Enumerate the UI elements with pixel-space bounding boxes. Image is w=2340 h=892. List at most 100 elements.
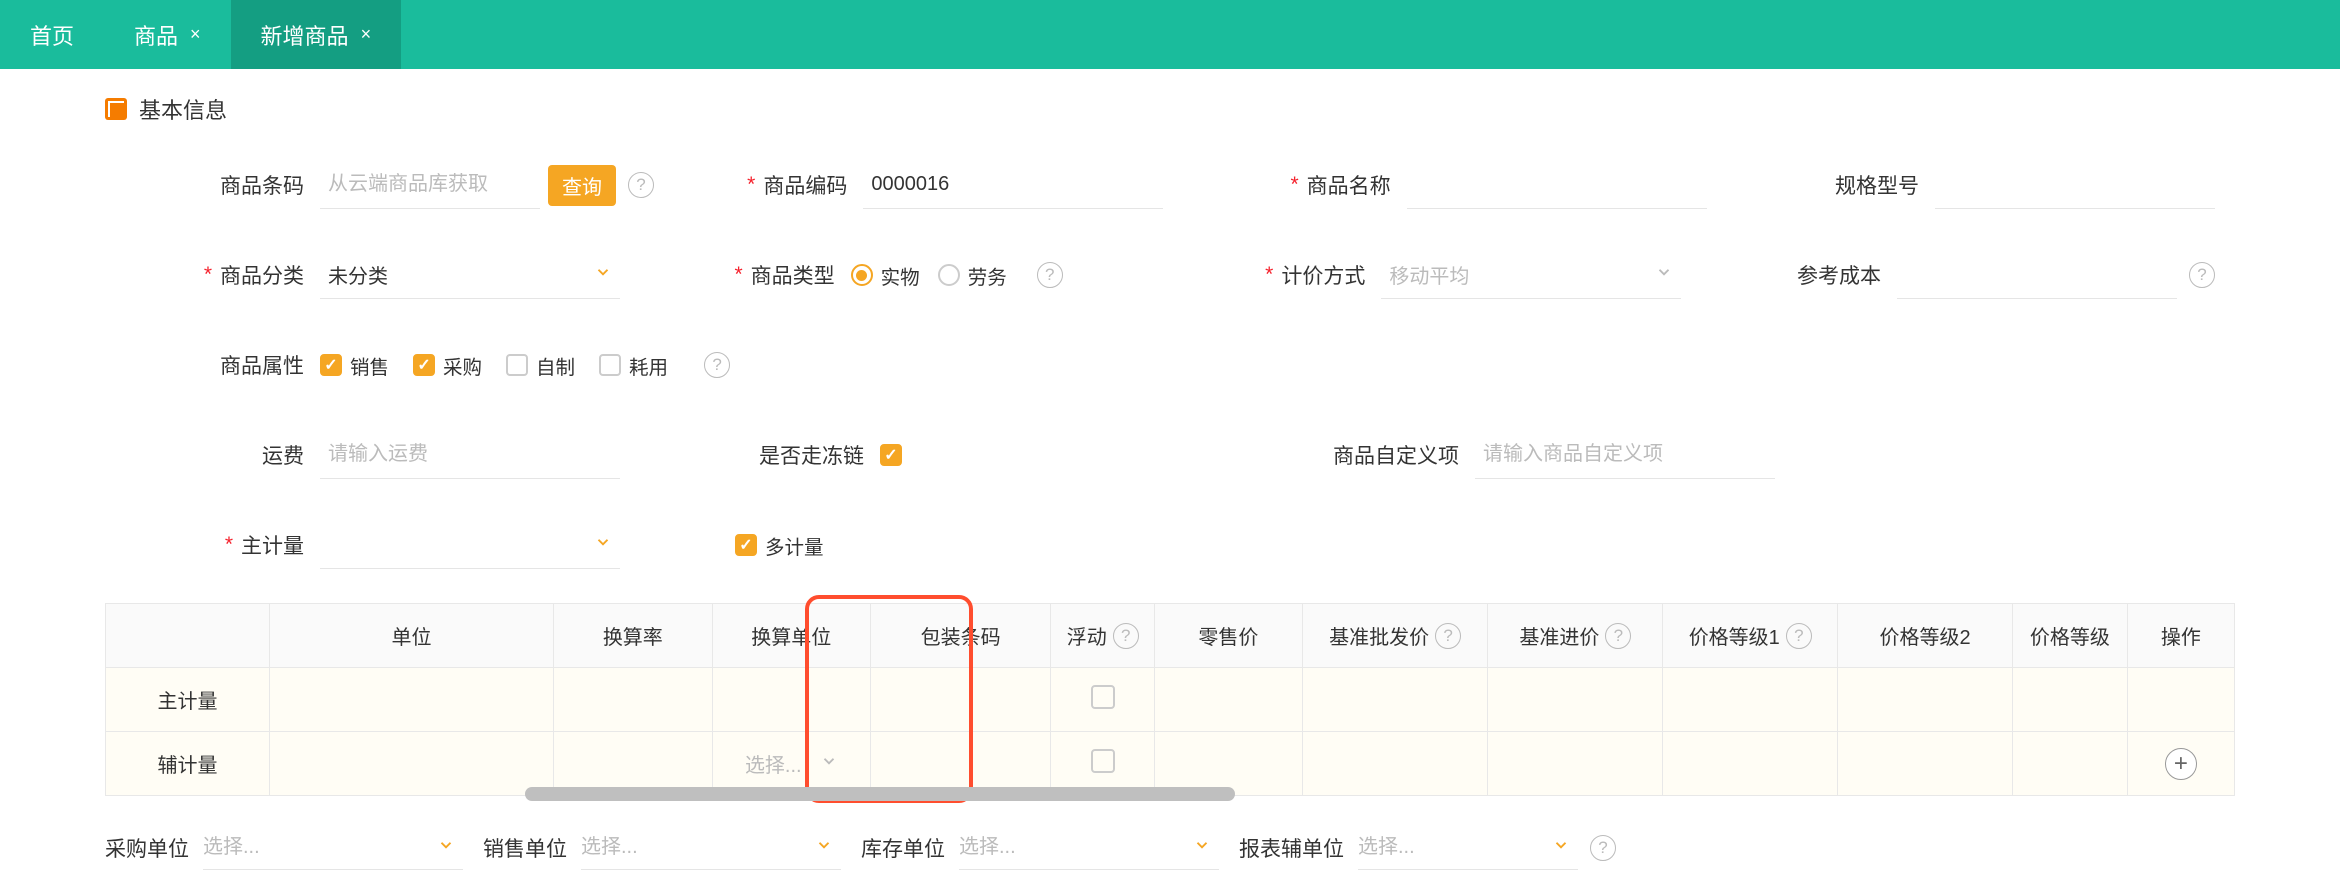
section-header: 基本信息 bbox=[105, 93, 2235, 125]
cell-float bbox=[1051, 732, 1155, 796]
cell-float bbox=[1051, 668, 1155, 732]
cell[interactable] bbox=[269, 668, 553, 732]
cell[interactable] bbox=[1302, 668, 1488, 732]
cell[interactable] bbox=[1488, 732, 1663, 796]
cell[interactable] bbox=[871, 732, 1051, 796]
cell[interactable] bbox=[1488, 668, 1663, 732]
cell-op bbox=[2127, 668, 2234, 732]
float-checkbox[interactable] bbox=[1091, 685, 1115, 709]
name-label: *商品名称 bbox=[1262, 170, 1407, 200]
purchase-unit-select[interactable] bbox=[203, 826, 463, 870]
multiunit-checkbox[interactable]: 多计量 bbox=[735, 531, 824, 560]
cell[interactable] bbox=[1838, 668, 2013, 732]
cell[interactable] bbox=[1838, 732, 2013, 796]
help-icon[interactable]: ? bbox=[628, 172, 654, 198]
close-icon[interactable]: × bbox=[190, 24, 201, 45]
form-area: 商品条码 查询 ? *商品编码 *商品名称 规格型号 bbox=[105, 161, 2235, 569]
form-row-4: 运费 是否走冻链 商品自定义项 bbox=[175, 431, 2235, 479]
cold-label: 是否走冻链 bbox=[735, 440, 880, 470]
cell[interactable] bbox=[1155, 732, 1303, 796]
tab-home-label: 首页 bbox=[30, 19, 74, 51]
table-row-main: 主计量 bbox=[106, 668, 2235, 732]
report-unit-label: 报表辅单位 bbox=[1239, 833, 1344, 863]
close-icon[interactable]: × bbox=[361, 24, 372, 45]
cell[interactable] bbox=[554, 668, 712, 732]
sale-unit-select[interactable] bbox=[581, 826, 841, 870]
type-label: *商品类型 bbox=[706, 260, 851, 290]
th-lvl2: 价格等级2 bbox=[1838, 604, 2013, 668]
cell[interactable] bbox=[2013, 668, 2128, 732]
cell[interactable] bbox=[554, 732, 712, 796]
freight-input[interactable] bbox=[320, 431, 620, 479]
th-lvl1: 价格等级1? bbox=[1663, 604, 1838, 668]
th-cost: 基准进价? bbox=[1488, 604, 1663, 668]
cell[interactable] bbox=[2013, 732, 2128, 796]
units-table-wrap: 单位 换算率 换算单位 包装条码 浮动? 零售价 基准批发价? 基准进价? 价格… bbox=[105, 603, 2235, 796]
cell-rateunit-select[interactable]: 选择... bbox=[712, 732, 870, 796]
code-input[interactable] bbox=[863, 161, 1163, 209]
name-input[interactable] bbox=[1407, 161, 1707, 209]
query-button[interactable]: 查询 bbox=[548, 165, 616, 206]
mainunit-select[interactable] bbox=[320, 521, 620, 569]
custom-input[interactable] bbox=[1475, 431, 1775, 479]
float-checkbox[interactable] bbox=[1091, 749, 1115, 773]
tab-add-product[interactable]: 新增商品 × bbox=[231, 0, 402, 69]
attr-label: 商品属性 bbox=[175, 350, 320, 380]
mainunit-label: *主计量 bbox=[175, 530, 320, 560]
attr-cb-consume[interactable]: 耗用 bbox=[599, 351, 668, 380]
refcost-input[interactable] bbox=[1897, 251, 2177, 299]
th-op: 操作 bbox=[2127, 604, 2234, 668]
attr-cb-purchase[interactable]: 采购 bbox=[413, 351, 482, 380]
th-blank bbox=[106, 604, 270, 668]
page-body: 基本信息 商品条码 查询 ? *商品编码 *商品名称 规格型号 bbox=[0, 69, 2340, 870]
purchase-unit-label: 采购单位 bbox=[105, 833, 189, 863]
refcost-label: 参考成本 bbox=[1767, 260, 1897, 290]
cell[interactable] bbox=[1663, 732, 1838, 796]
th-retail: 零售价 bbox=[1155, 604, 1303, 668]
category-label: *商品分类 bbox=[175, 260, 320, 290]
cell[interactable] bbox=[1302, 732, 1488, 796]
cell[interactable] bbox=[1663, 668, 1838, 732]
cell[interactable] bbox=[269, 732, 553, 796]
cold-checkbox[interactable] bbox=[880, 444, 910, 466]
th-unit: 单位 bbox=[269, 604, 553, 668]
tab-product-label: 商品 bbox=[134, 19, 178, 51]
add-row-button[interactable]: + bbox=[2165, 748, 2197, 780]
cell[interactable] bbox=[1155, 668, 1303, 732]
cell-op: + bbox=[2127, 732, 2234, 796]
help-icon[interactable]: ? bbox=[1590, 835, 1616, 861]
type-radio-physical[interactable]: 实物 bbox=[851, 261, 920, 290]
help-icon[interactable]: ? bbox=[704, 352, 730, 378]
category-select[interactable] bbox=[320, 251, 620, 299]
th-pack-barcode: 包装条码 bbox=[871, 604, 1051, 668]
barcode-input[interactable] bbox=[320, 161, 540, 209]
th-rate-unit: 换算单位 bbox=[712, 604, 870, 668]
attr-cb-sale[interactable]: 销售 bbox=[320, 351, 389, 380]
help-icon[interactable]: ? bbox=[1786, 623, 1812, 649]
cell[interactable] bbox=[871, 668, 1051, 732]
help-icon[interactable]: ? bbox=[1037, 262, 1063, 288]
tab-product[interactable]: 商品 × bbox=[104, 0, 231, 69]
form-row-1: 商品条码 查询 ? *商品编码 *商品名称 规格型号 bbox=[175, 161, 2235, 209]
custom-label: 商品自定义项 bbox=[1295, 440, 1475, 470]
report-unit-select[interactable] bbox=[1358, 826, 1578, 870]
pricing-select[interactable] bbox=[1381, 251, 1681, 299]
help-icon[interactable]: ? bbox=[1435, 623, 1461, 649]
help-icon[interactable]: ? bbox=[1113, 623, 1139, 649]
tab-add-product-label: 新增商品 bbox=[261, 19, 349, 51]
tab-home[interactable]: 首页 bbox=[0, 0, 104, 69]
help-icon[interactable]: ? bbox=[1605, 623, 1631, 649]
form-icon bbox=[105, 98, 127, 120]
type-radio-service[interactable]: 劳务 bbox=[938, 261, 1007, 290]
sale-unit-label: 销售单位 bbox=[483, 833, 567, 863]
help-icon[interactable]: ? bbox=[2189, 262, 2215, 288]
th-rate: 换算率 bbox=[554, 604, 712, 668]
scrollbar-thumb[interactable] bbox=[525, 787, 1235, 801]
form-row-3: 商品属性 销售 采购 自制 耗用 ? bbox=[175, 341, 2235, 389]
spec-input[interactable] bbox=[1935, 161, 2215, 209]
cell[interactable] bbox=[712, 668, 870, 732]
stock-unit-select[interactable] bbox=[959, 826, 1219, 870]
chevron-down-icon bbox=[820, 752, 838, 776]
section-title: 基本信息 bbox=[139, 93, 227, 125]
attr-cb-selfmade[interactable]: 自制 bbox=[506, 351, 575, 380]
